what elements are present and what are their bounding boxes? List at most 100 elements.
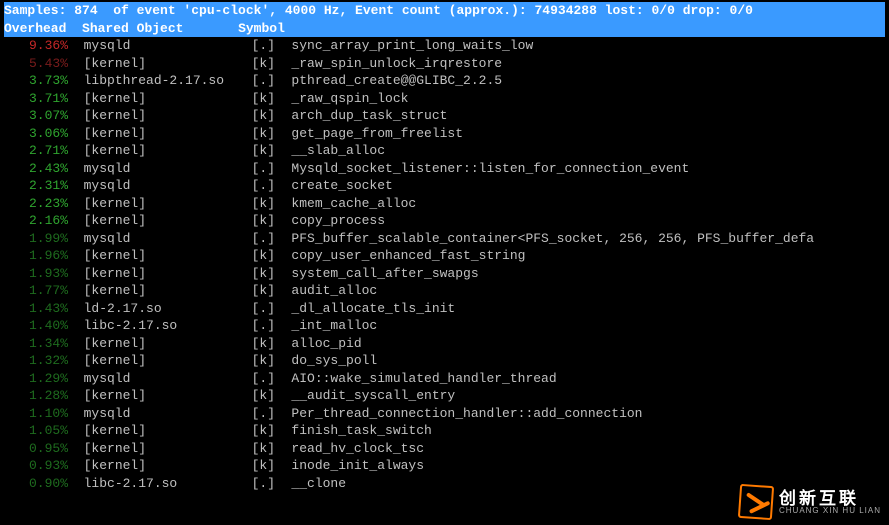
- symbol-tag: [k]: [252, 55, 284, 73]
- perf-report-terminal[interactable]: Samples: 874 of event 'cpu-clock', 4000 …: [0, 0, 889, 494]
- symbol-tag: [k]: [252, 90, 284, 108]
- symbol-tag: [.]: [252, 37, 284, 55]
- symbol-name: _int_malloc: [284, 318, 378, 333]
- shared-object: [kernel]: [84, 352, 252, 370]
- symbol-name: _raw_spin_unlock_irqrestore: [284, 56, 502, 71]
- symbol-name: _dl_allocate_tls_init: [284, 301, 456, 316]
- overhead-pct: 1.93%: [4, 265, 68, 283]
- symbol-name: __slab_alloc: [284, 143, 385, 158]
- shared-object: [kernel]: [84, 107, 252, 125]
- overhead-pct: 1.10%: [4, 405, 68, 423]
- shared-object: libpthread-2.17.so: [84, 72, 252, 90]
- perf-row[interactable]: 2.16% [kernel][k] copy_process: [4, 212, 885, 230]
- overhead-pct: 0.93%: [4, 457, 68, 475]
- symbol-tag: [.]: [252, 230, 284, 248]
- overhead-pct: 1.32%: [4, 352, 68, 370]
- symbol-tag: [k]: [252, 282, 284, 300]
- perf-row[interactable]: 1.05% [kernel][k] finish_task_switch: [4, 422, 885, 440]
- shared-object: [kernel]: [84, 457, 252, 475]
- watermark-cn: 创新互联: [779, 490, 881, 507]
- symbol-tag: [k]: [252, 195, 284, 213]
- perf-row[interactable]: 0.95% [kernel][k] read_hv_clock_tsc: [4, 440, 885, 458]
- symbol-tag: [k]: [252, 352, 284, 370]
- shared-object: mysqld: [84, 37, 252, 55]
- symbol-tag: [.]: [252, 370, 284, 388]
- perf-row[interactable]: 2.43% mysqld[.] Mysqld_socket_listener::…: [4, 160, 885, 178]
- overhead-pct: 2.71%: [4, 142, 68, 160]
- perf-row[interactable]: 9.36% mysqld[.] sync_array_print_long_wa…: [4, 37, 885, 55]
- symbol-name: arch_dup_task_struct: [284, 108, 448, 123]
- symbol-tag: [k]: [252, 335, 284, 353]
- perf-row[interactable]: 1.40% libc-2.17.so[.] _int_malloc: [4, 317, 885, 335]
- symbol-name: kmem_cache_alloc: [284, 196, 417, 211]
- perf-row[interactable]: 1.28% [kernel][k] __audit_syscall_entry: [4, 387, 885, 405]
- column-header: Overhead Shared Object Symbol: [4, 20, 885, 38]
- symbol-tag: [k]: [252, 212, 284, 230]
- overhead-pct: 2.16%: [4, 212, 68, 230]
- overhead-pct: 1.28%: [4, 387, 68, 405]
- perf-row[interactable]: 1.43% ld-2.17.so[.] _dl_allocate_tls_ini…: [4, 300, 885, 318]
- symbol-tag: [k]: [252, 457, 284, 475]
- watermark-en: CHUANG XIN HU LIAN: [779, 507, 881, 515]
- perf-row[interactable]: 1.93% [kernel][k] system_call_after_swap…: [4, 265, 885, 283]
- symbol-name: inode_init_always: [284, 458, 424, 473]
- shared-object: [kernel]: [84, 55, 252, 73]
- symbol-tag: [k]: [252, 247, 284, 265]
- perf-row[interactable]: 1.29% mysqld[.] AIO::wake_simulated_hand…: [4, 370, 885, 388]
- perf-row[interactable]: 3.73% libpthread-2.17.so[.] pthread_crea…: [4, 72, 885, 90]
- symbol-tag: [.]: [252, 72, 284, 90]
- symbol-tag: [.]: [252, 405, 284, 423]
- symbol-name: AIO::wake_simulated_handler_thread: [284, 371, 557, 386]
- shared-object: ld-2.17.so: [84, 300, 252, 318]
- overhead-pct: 1.77%: [4, 282, 68, 300]
- perf-row[interactable]: 2.31% mysqld[.] create_socket: [4, 177, 885, 195]
- symbol-tag: [k]: [252, 387, 284, 405]
- overhead-pct: 3.06%: [4, 125, 68, 143]
- symbol-tag: [.]: [252, 177, 284, 195]
- perf-row[interactable]: 3.07% [kernel][k] arch_dup_task_struct: [4, 107, 885, 125]
- symbol-name: PFS_buffer_scalable_container<PFS_socket…: [284, 231, 815, 246]
- perf-row[interactable]: 3.71% [kernel][k] _raw_qspin_lock: [4, 90, 885, 108]
- perf-row[interactable]: 1.77% [kernel][k] audit_alloc: [4, 282, 885, 300]
- samples-header: Samples: 874 of event 'cpu-clock', 4000 …: [4, 2, 885, 20]
- symbol-tag: [.]: [252, 300, 284, 318]
- rows-container: 9.36% mysqld[.] sync_array_print_long_wa…: [4, 37, 885, 492]
- overhead-pct: 0.95%: [4, 440, 68, 458]
- perf-row[interactable]: 1.34% [kernel][k] alloc_pid: [4, 335, 885, 353]
- perf-row[interactable]: 5.43% [kernel][k] _raw_spin_unlock_irqre…: [4, 55, 885, 73]
- perf-row[interactable]: 1.10% mysqld[.] Per_thread_connection_ha…: [4, 405, 885, 423]
- perf-row[interactable]: 1.32% [kernel][k] do_sys_poll: [4, 352, 885, 370]
- perf-row[interactable]: 1.96% [kernel][k] copy_user_enhanced_fas…: [4, 247, 885, 265]
- watermark-logo-icon: [738, 484, 774, 520]
- symbol-tag: [k]: [252, 142, 284, 160]
- symbol-name: Per_thread_connection_handler::add_conne…: [284, 406, 643, 421]
- col-shared: Shared Object: [82, 21, 183, 36]
- shared-object: libc-2.17.so: [84, 317, 252, 335]
- shared-object: mysqld: [84, 160, 252, 178]
- shared-object: mysqld: [84, 230, 252, 248]
- symbol-tag: [k]: [252, 422, 284, 440]
- shared-object: mysqld: [84, 177, 252, 195]
- perf-row[interactable]: 0.93% [kernel][k] inode_init_always: [4, 457, 885, 475]
- overhead-pct: 5.43%: [4, 55, 68, 73]
- symbol-name: copy_process: [284, 213, 385, 228]
- perf-row[interactable]: 3.06% [kernel][k] get_page_from_freelist: [4, 125, 885, 143]
- symbol-name: system_call_after_swapgs: [284, 266, 479, 281]
- col-symbol: Symbol: [238, 21, 285, 36]
- shared-object: [kernel]: [84, 335, 252, 353]
- symbol-tag: [.]: [252, 475, 284, 493]
- symbol-name: get_page_from_freelist: [284, 126, 463, 141]
- perf-row[interactable]: 2.23% [kernel][k] kmem_cache_alloc: [4, 195, 885, 213]
- symbol-name: _raw_qspin_lock: [284, 91, 409, 106]
- perf-row[interactable]: 1.99% mysqld[.] PFS_buffer_scalable_cont…: [4, 230, 885, 248]
- symbol-name: alloc_pid: [284, 336, 362, 351]
- symbol-name: do_sys_poll: [284, 353, 378, 368]
- overhead-pct: 2.31%: [4, 177, 68, 195]
- symbol-name: sync_array_print_long_waits_low: [284, 38, 534, 53]
- symbol-tag: [.]: [252, 317, 284, 335]
- symbol-name: read_hv_clock_tsc: [284, 441, 424, 456]
- overhead-pct: 1.34%: [4, 335, 68, 353]
- perf-row[interactable]: 2.71% [kernel][k] __slab_alloc: [4, 142, 885, 160]
- shared-object: [kernel]: [84, 212, 252, 230]
- watermark-text: 创新互联 CHUANG XIN HU LIAN: [779, 490, 881, 515]
